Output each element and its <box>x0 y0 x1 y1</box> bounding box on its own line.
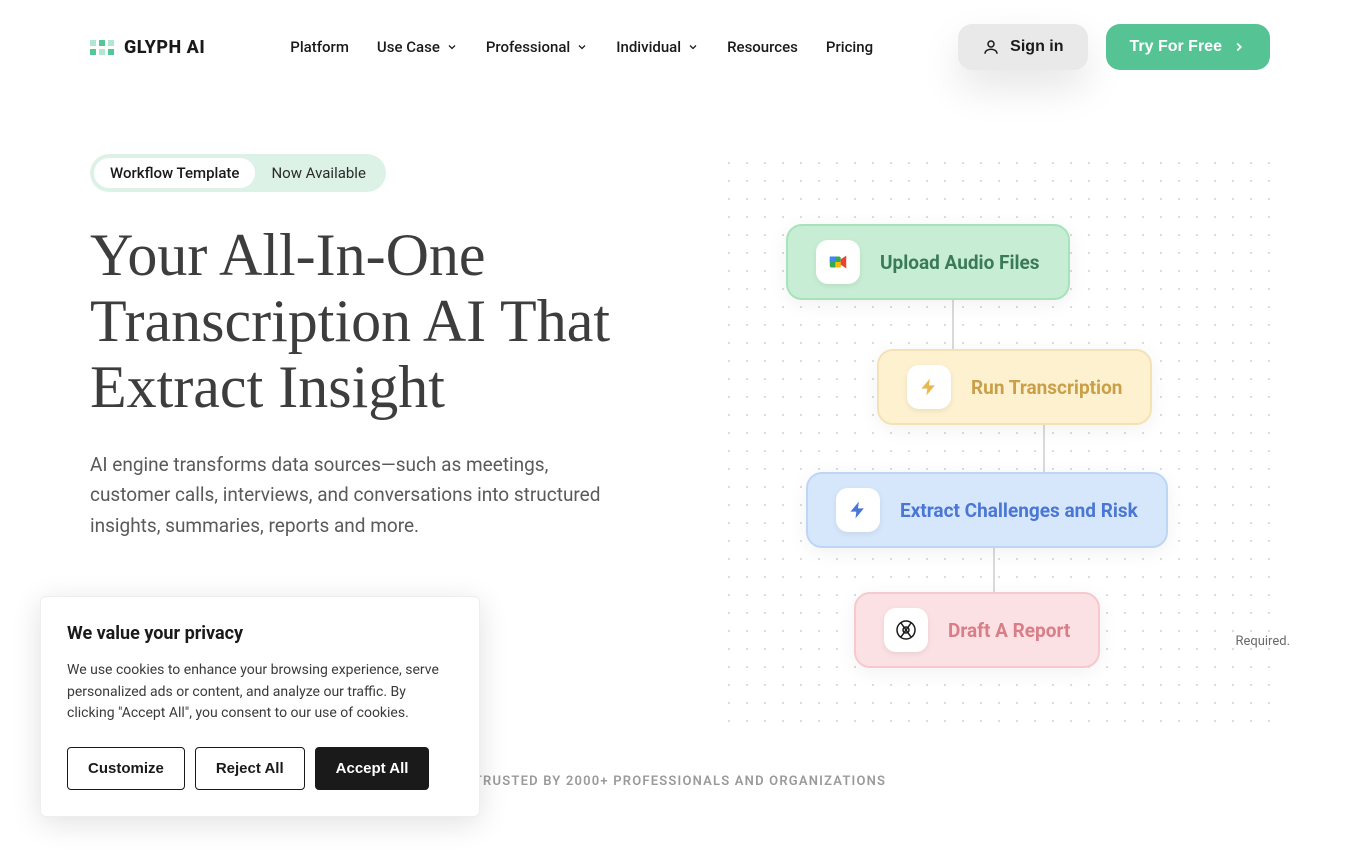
pill-text: Now Available <box>255 158 381 188</box>
cta-note: Required. <box>1235 634 1290 649</box>
cookie-title: We value your privacy <box>67 623 453 644</box>
logo-mark-icon <box>90 40 114 55</box>
workflow-node-upload: Upload Audio Files <box>786 224 1070 300</box>
cookie-banner: We value your privacy We use cookies to … <box>40 596 480 817</box>
openai-icon <box>884 608 928 652</box>
nav-individual[interactable]: Individual <box>616 38 699 56</box>
hero-title: Your All-In-One Transcription AI That Ex… <box>90 222 660 420</box>
try-free-button[interactable]: Try For Free <box>1106 24 1270 70</box>
cookie-body: We use cookies to enhance your browsing … <box>67 660 453 725</box>
connector-line <box>1043 422 1045 474</box>
nav-platform[interactable]: Platform <box>290 38 349 56</box>
hero-subtitle: AI engine transforms data sources—such a… <box>90 450 630 541</box>
google-meet-icon <box>816 240 860 284</box>
workflow-node-label: Extract Challenges and Risk <box>900 499 1138 522</box>
main-nav: Platform Use Case Professional Individua… <box>290 38 873 56</box>
workflow-node-label: Draft A Report <box>948 619 1070 642</box>
workflow-node-extract: Extract Challenges and Risk <box>806 472 1168 548</box>
workflow-node-report: Draft A Report <box>854 592 1100 668</box>
nav-professional[interactable]: Professional <box>486 38 588 56</box>
sign-in-button[interactable]: Sign in <box>958 24 1087 70</box>
announcement-pill[interactable]: Workflow Template Now Available <box>90 154 386 192</box>
workflow-node-transcription: Run Transcription <box>877 349 1152 425</box>
bolt-icon <box>907 365 951 409</box>
user-icon <box>982 38 1000 56</box>
workflow-node-label: Upload Audio Files <box>880 251 1040 274</box>
connector-line <box>952 298 954 350</box>
nav-resources[interactable]: Resources <box>727 38 798 56</box>
chevron-down-icon <box>446 41 458 53</box>
cookie-accept-button[interactable]: Accept All <box>315 747 430 790</box>
cookie-customize-button[interactable]: Customize <box>67 747 185 790</box>
logo-text: GLYPH AI <box>124 37 205 58</box>
cookie-reject-button[interactable]: Reject All <box>195 747 305 790</box>
logo[interactable]: GLYPH AI <box>90 37 205 58</box>
header: GLYPH AI Platform Use Case Professional … <box>0 0 1360 94</box>
workflow-node-label: Run Transcription <box>971 376 1122 399</box>
workflow-diagram: Upload Audio Files Run Transcription Ext… <box>720 154 1270 734</box>
pill-badge: Workflow Template <box>94 158 255 188</box>
bolt-icon <box>836 488 880 532</box>
chevron-down-icon <box>576 41 588 53</box>
connector-line <box>993 547 995 594</box>
chevron-right-icon <box>1232 40 1246 54</box>
cookie-actions: Customize Reject All Accept All <box>67 747 453 790</box>
chevron-down-icon <box>687 41 699 53</box>
nav-pricing[interactable]: Pricing <box>826 38 873 56</box>
nav-use-case[interactable]: Use Case <box>377 38 458 56</box>
header-actions: Sign in Try For Free <box>958 24 1270 70</box>
